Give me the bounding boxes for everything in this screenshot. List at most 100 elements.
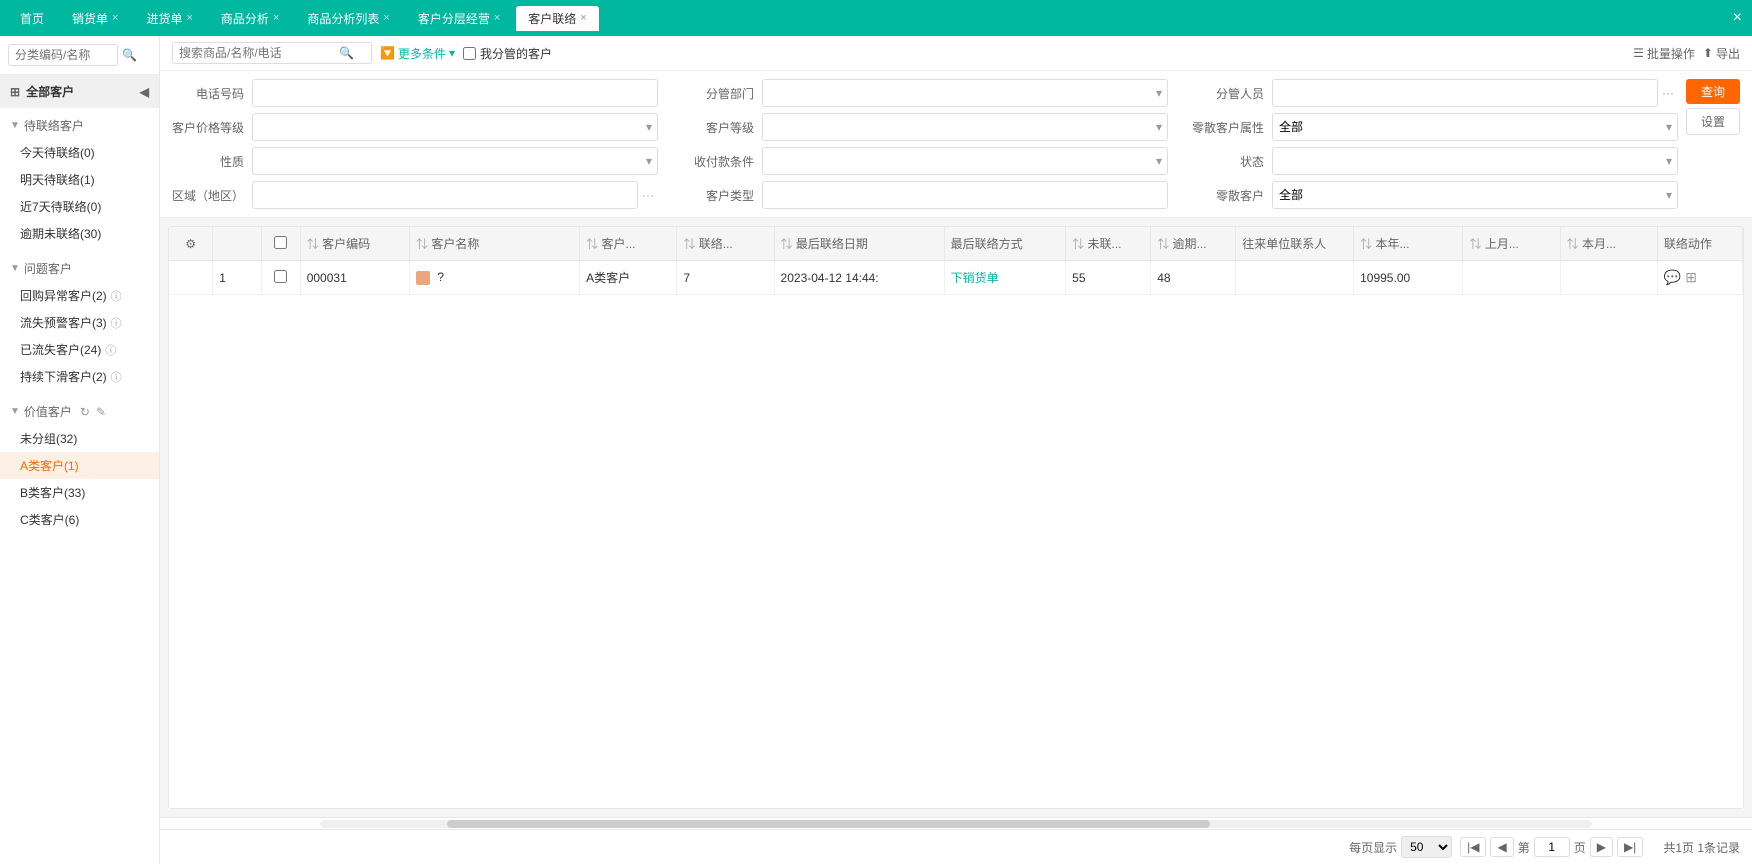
price-grade-select[interactable] — [252, 113, 658, 141]
last-method-link[interactable]: 下销货单 — [951, 271, 999, 285]
nature-select[interactable] — [252, 147, 658, 175]
top-close-button[interactable]: × — [1733, 9, 1742, 27]
sidebar-item-7days-pending[interactable]: 近7天待联络(0) — [0, 193, 159, 220]
sidebar-search-input[interactable] — [8, 44, 118, 66]
sidebar-search-icon[interactable]: 🔍 — [122, 48, 137, 62]
tab-goods-analysis-list[interactable]: 商品分析列表 × — [295, 6, 401, 31]
sidebar-item-class-b[interactable]: B类客户(33) — [0, 479, 159, 506]
dept-select[interactable] — [762, 79, 1168, 107]
close-goods-analysis-tab[interactable]: × — [273, 12, 279, 24]
sidebar-item-churn-warning[interactable]: 流失预警客户(3) ⓘ — [0, 309, 159, 336]
tab-purchase[interactable]: 进货单 × — [134, 6, 204, 31]
page-number-input[interactable] — [1534, 837, 1570, 857]
phone-input[interactable] — [252, 79, 658, 107]
th-last-method[interactable]: 最后联络方式 — [944, 227, 1066, 261]
more-filters-button[interactable]: 🔽 更多条件 ▾ — [380, 45, 455, 62]
retail-attr-label: 零散客户属性 — [1192, 119, 1272, 136]
customer-type-input[interactable] — [762, 181, 1168, 209]
close-customer-segment-tab[interactable]: × — [494, 12, 500, 24]
th-check[interactable] — [261, 227, 300, 261]
th-this-year[interactable]: ⇅ 本年... — [1354, 227, 1463, 261]
next-page-button[interactable]: ▶ — [1590, 837, 1613, 857]
retail-attr-select[interactable]: 全部 — [1272, 113, 1678, 141]
filter-retail-customer: 零散客户 全部 ▾ — [1192, 181, 1678, 209]
section-value-title[interactable]: ▼ 价值客户 ↻ ✎ — [0, 398, 159, 425]
sidebar-item-class-c[interactable]: C类客户(6) — [0, 506, 159, 533]
th-last-month[interactable]: ⇅ 上月... — [1463, 227, 1560, 261]
horizontal-scrollbar-area — [160, 817, 1752, 829]
th-settings[interactable]: ⚙ — [169, 227, 213, 261]
td-last-date: 2023-04-12 14:44: — [774, 261, 944, 295]
section-problem-title[interactable]: ▼ 问题客户 — [0, 255, 159, 282]
filter-search-input[interactable] — [179, 46, 339, 60]
region-input[interactable] — [252, 181, 638, 209]
close-sales-tab[interactable]: × — [112, 12, 118, 24]
th-code[interactable]: ⇅ 客户编码 — [300, 227, 409, 261]
manager-dots-btn[interactable]: ··· — [1658, 86, 1678, 100]
sidebar-search-area: 🔍 — [0, 36, 159, 75]
payment-select[interactable] — [762, 147, 1168, 175]
close-goods-analysis-list-tab[interactable]: × — [383, 12, 389, 24]
comment-icon[interactable]: 💬 — [1664, 269, 1681, 286]
per-page-select[interactable]: 50 100 — [1401, 836, 1452, 858]
edit-icon[interactable]: ✎ — [96, 405, 106, 419]
my-customers-checkbox[interactable]: 我分管的客户 — [463, 45, 552, 62]
sidebar-item-class-a[interactable]: A类客户(1) — [0, 452, 159, 479]
filter-search-icon[interactable]: 🔍 — [339, 46, 354, 60]
row-checkbox[interactable] — [274, 270, 287, 283]
th-last-date[interactable]: ⇅ 最后联络日期 — [774, 227, 944, 261]
batch-operation-button[interactable]: ☰ 批量操作 — [1633, 45, 1695, 62]
th-contact[interactable]: ⇅ 联络... — [677, 227, 774, 261]
horizontal-scrollbar-thumb[interactable] — [447, 820, 1210, 828]
tab-customer-contact[interactable]: 客户联络 × — [516, 6, 598, 31]
region-dots-btn[interactable]: ··· — [638, 188, 658, 202]
sidebar-item-declining[interactable]: 持续下滑客户(2) ⓘ — [0, 363, 159, 390]
data-table: ⚙ ⇅ 客户编码 ⇅ 客户名称 — [169, 227, 1743, 295]
sidebar-item-churned[interactable]: 已流失客户(24) ⓘ — [0, 336, 159, 363]
section-pending-title[interactable]: ▼ 待联络客户 — [0, 112, 159, 139]
retail-customer-select[interactable]: 全部 — [1272, 181, 1678, 209]
export-button[interactable]: ⬆ 导出 — [1703, 45, 1740, 62]
last-page-button[interactable]: ▶| — [1617, 837, 1643, 857]
manager-input[interactable] — [1272, 79, 1658, 107]
horizontal-scrollbar-track[interactable] — [320, 820, 1592, 828]
sidebar-item-overdue-pending[interactable]: 逾期未联络(30) — [0, 220, 159, 247]
sidebar-item-repurchase-abnormal[interactable]: 回购异常客户(2) ⓘ — [0, 282, 159, 309]
filter-phone: 电话号码 — [172, 79, 658, 107]
th-unit-contact[interactable]: 往来单位联系人 — [1236, 227, 1354, 261]
sidebar-item-tomorrow-pending[interactable]: 明天待联络(1) — [0, 166, 159, 193]
settings-gear-icon[interactable]: ⚙ — [185, 237, 196, 251]
close-purchase-tab[interactable]: × — [186, 12, 192, 24]
th-num — [213, 227, 262, 261]
tab-customer-segment[interactable]: 客户分层经营 × — [406, 6, 512, 31]
select-all-checkbox[interactable] — [274, 236, 287, 249]
td-code: 000031 — [300, 261, 409, 295]
filter-bar: 🔍 🔽 更多条件 ▾ 我分管的客户 ☰ 批量操作 ⬆ 导出 — [160, 36, 1752, 71]
status-select[interactable] — [1272, 147, 1678, 175]
first-page-button[interactable]: |◀ — [1460, 837, 1486, 857]
sidebar-all-customers[interactable]: ⊞ 全部客户 ◀ — [0, 75, 159, 108]
qrcode-icon[interactable]: ⊞ — [1685, 269, 1697, 286]
sidebar-item-ungrouped[interactable]: 未分组(32) — [0, 425, 159, 452]
refresh-icon[interactable]: ↻ — [80, 405, 90, 419]
settings-button[interactable]: 设置 — [1686, 108, 1740, 135]
tab-sales[interactable]: 销货单 × — [60, 6, 130, 31]
close-customer-contact-tab[interactable]: × — [580, 12, 586, 24]
th-overdue[interactable]: ⇅ 逾期... — [1151, 227, 1236, 261]
nature-select-wrap: ▾ — [252, 147, 658, 175]
data-table-area: ⚙ ⇅ 客户编码 ⇅ 客户名称 — [168, 226, 1744, 809]
prev-page-button[interactable]: ◀ — [1490, 837, 1513, 857]
customer-grade-select[interactable] — [762, 113, 1168, 141]
my-customers-check[interactable] — [463, 47, 476, 60]
sidebar-item-today-pending[interactable]: 今天待联络(0) — [0, 139, 159, 166]
th-grade[interactable]: ⇅ 客户... — [580, 227, 677, 261]
th-name[interactable]: ⇅ 客户名称 — [410, 227, 580, 261]
td-check[interactable] — [261, 261, 300, 295]
status-label: 状态 — [1192, 153, 1272, 170]
total-records: 共1页 1条记录 — [1663, 839, 1740, 856]
tab-home[interactable]: 首页 — [8, 6, 56, 31]
th-this-month[interactable]: ⇅ 本月... — [1560, 227, 1657, 261]
tab-goods-analysis[interactable]: 商品分析 × — [209, 6, 291, 31]
th-no-contact[interactable]: ⇅ 未联... — [1066, 227, 1151, 261]
query-button[interactable]: 查询 — [1686, 79, 1740, 104]
